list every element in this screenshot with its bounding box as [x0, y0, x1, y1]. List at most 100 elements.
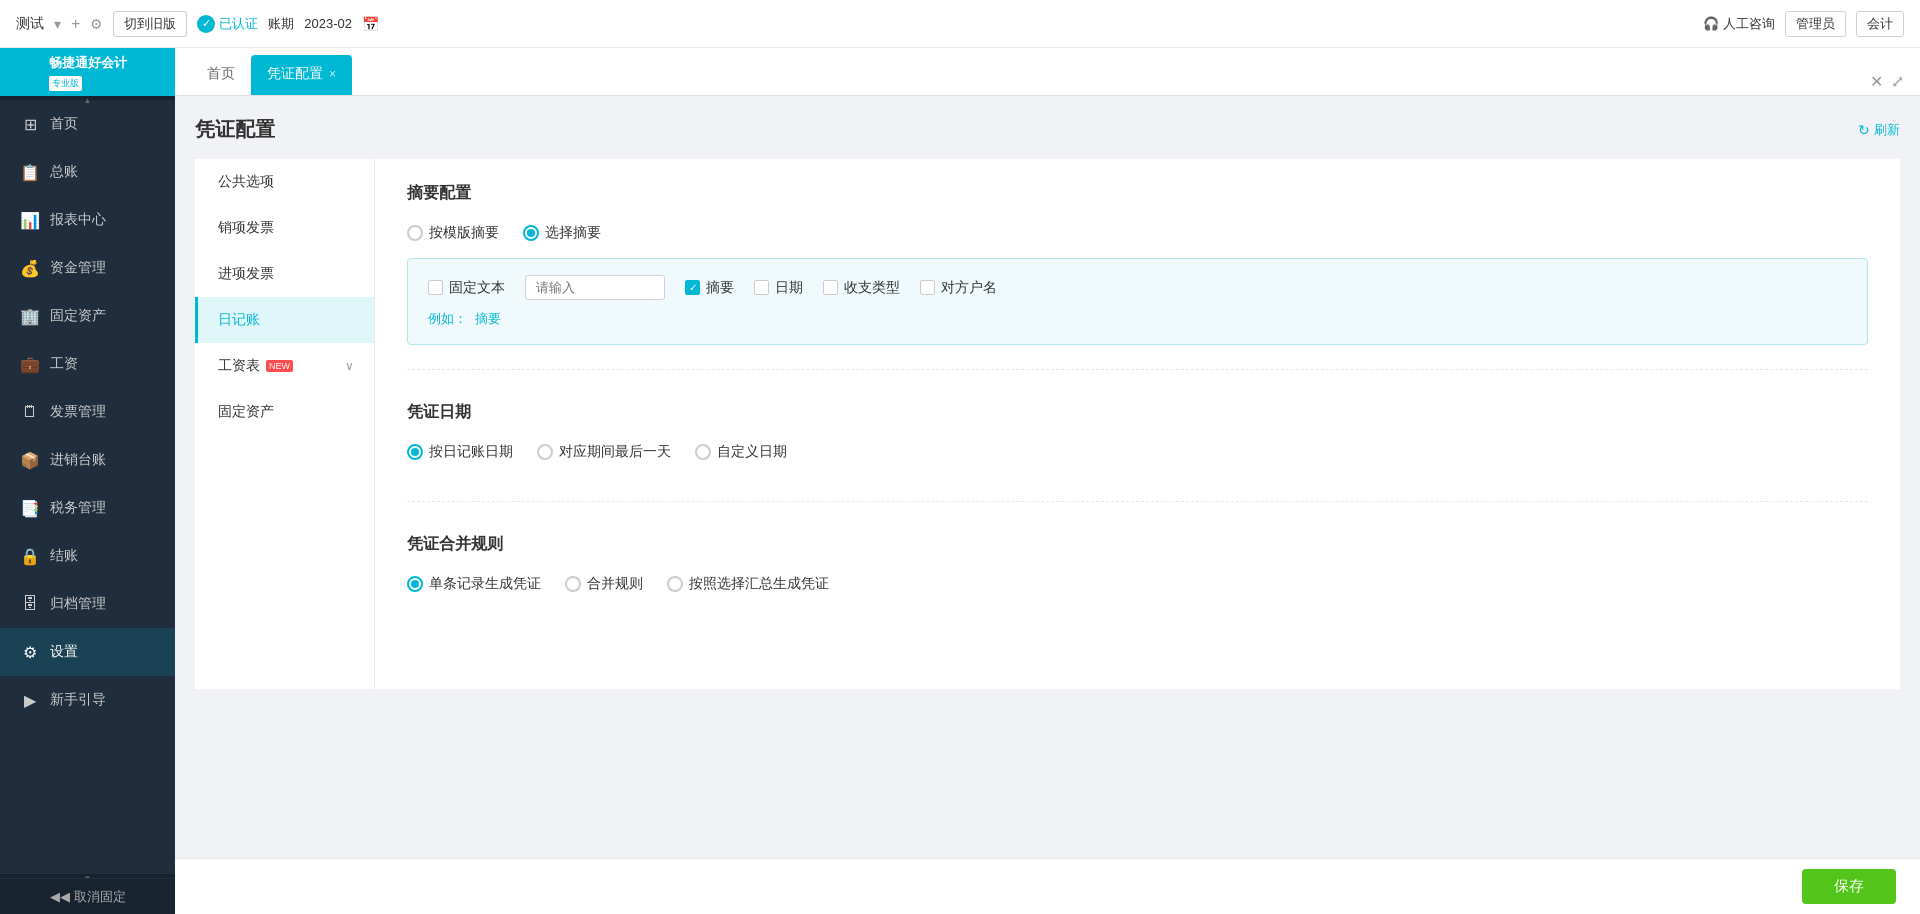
config-sidebar: 公共选项 销项发票 进项发票 日记账 工资表 NEW — [195, 159, 375, 689]
sidebar-item-archive[interactable]: 🗄 归档管理 — [0, 580, 175, 628]
summary-checkbox-row: 固定文本 摘要 日期 — [428, 275, 1847, 300]
config-label-payroll-table: 工资表 — [218, 357, 260, 375]
date-section: 凭证日期 按日记账日期 对应期间最后一天 — [407, 402, 1868, 502]
date-radio-group: 按日记账日期 对应期间最后一天 自定义日期 — [407, 443, 1868, 461]
home-icon: ⊞ — [20, 114, 40, 134]
page-content: 凭证配置 ↻ 刷新 公共选项 销项发票 — [175, 96, 1920, 914]
single-label: 单条记录生成凭证 — [429, 575, 541, 593]
config-layout: 公共选项 销项发票 进项发票 日记账 工资表 NEW — [195, 159, 1900, 689]
config-label-fixed-assets: 固定资产 — [218, 403, 274, 419]
custom-date-label: 自定义日期 — [717, 443, 787, 461]
old-version-button[interactable]: 切到旧版 — [113, 11, 187, 37]
config-label-purchase-invoice: 进项发票 — [218, 265, 274, 281]
refresh-button[interactable]: ↻ 刷新 — [1858, 121, 1900, 139]
sidebar-pin-button[interactable]: ◀◀ 取消固定 — [0, 878, 175, 914]
config-item-payroll-table[interactable]: 工资表 NEW ∨ — [195, 343, 374, 389]
fixed-text-box — [428, 280, 443, 295]
config-item-purchase-invoice[interactable]: 进项发票 — [195, 251, 374, 297]
tab-active-label: 凭证配置 — [267, 65, 323, 83]
summary-section: 摘要配置 按模版摘要 选择摘要 — [407, 183, 1868, 370]
sidebar-scroll: ⊞ 首页 📋 总账 📊 报表中心 💰 资金管理 🏢 固定资产 💼 工资 — [0, 100, 175, 874]
guide-icon: ▶ — [20, 690, 40, 710]
consult-button[interactable]: 🎧 人工咨询 — [1703, 15, 1775, 33]
sidebar-item-invoice[interactable]: 🗒 发票管理 — [0, 388, 175, 436]
save-button[interactable]: 保存 — [1802, 869, 1896, 904]
period-value: 2023-02 — [304, 16, 352, 31]
add-button[interactable]: + — [71, 15, 80, 33]
sidebar-item-ledger[interactable]: 📋 总账 — [0, 148, 175, 196]
sidebar-label-archive: 归档管理 — [50, 595, 106, 613]
sidebar-item-guide[interactable]: ▶ 新手引导 — [0, 676, 175, 724]
example-label: 例如： — [428, 311, 467, 326]
accountant-button[interactable]: 会计 — [1856, 11, 1904, 37]
config-label-public: 公共选项 — [218, 173, 274, 189]
sidebar-item-funds[interactable]: 💰 资金管理 — [0, 244, 175, 292]
merge-title: 凭证合并规则 — [407, 534, 1868, 555]
fixed-text-label: 固定文本 — [449, 279, 505, 297]
sidebar-item-assets[interactable]: 🏢 固定资产 — [0, 292, 175, 340]
custom-date-radio[interactable]: 自定义日期 — [695, 443, 787, 461]
counterpart-checkbox[interactable]: 对方户名 — [920, 279, 997, 297]
counterpart-label: 对方户名 — [941, 279, 997, 297]
sidebar: 畅捷通好会计 专业版 ▲ ⊞ 首页 📋 总账 📊 报表中心 — [0, 48, 175, 914]
sidebar-item-payroll[interactable]: 💼 工资 — [0, 340, 175, 388]
period-label: 账期 — [268, 15, 294, 33]
sidebar-label-funds: 资金管理 — [50, 259, 106, 277]
select-summary-radio[interactable]: 选择摘要 — [523, 224, 601, 242]
income-type-box — [823, 280, 838, 295]
new-badge: NEW — [266, 360, 293, 372]
summary-label: 摘要 — [706, 279, 734, 297]
content-area: 首页 凭证配置 × ✕ ⤢ 凭证配置 ↻ 刷新 — [175, 48, 1920, 914]
last-day-circle — [537, 444, 553, 460]
calendar-icon[interactable]: 📅 — [362, 16, 379, 32]
tab-bar: 首页 凭证配置 × ✕ ⤢ — [175, 48, 1920, 96]
sidebar-item-home[interactable]: ⊞ 首页 — [0, 100, 175, 148]
config-item-sales-invoice[interactable]: 销项发票 — [195, 205, 374, 251]
close-window-icon[interactable]: ✕ — [1870, 72, 1883, 91]
admin-button[interactable]: 管理员 — [1785, 11, 1846, 37]
funds-icon: 💰 — [20, 258, 40, 278]
summary-checkbox-area: 固定文本 摘要 日期 — [407, 258, 1868, 345]
merge-rule-radio[interactable]: 合并规则 — [565, 575, 643, 593]
last-day-radio[interactable]: 对应期间最后一天 — [537, 443, 671, 461]
sidebar-label-tax: 税务管理 — [50, 499, 106, 517]
template-summary-radio[interactable]: 按模版摘要 — [407, 224, 499, 242]
workspace-title: 测试 — [16, 15, 44, 33]
sidebar-label-guide: 新手引导 — [50, 691, 106, 709]
sidebar-item-settings[interactable]: ⚙ 设置 — [0, 628, 175, 676]
expand-icon[interactable]: ⤢ — [1891, 72, 1904, 91]
main-layout: 畅捷通好会计 专业版 ▲ ⊞ 首页 📋 总账 📊 报表中心 — [0, 48, 1920, 914]
tab-voucher-config[interactable]: 凭证配置 × — [251, 55, 352, 95]
select-summary-circle — [523, 225, 539, 241]
by-journal-radio[interactable]: 按日记账日期 — [407, 443, 513, 461]
config-item-fixed-assets[interactable]: 固定资产 — [195, 389, 374, 435]
sidebar-item-tax[interactable]: 📑 税务管理 — [0, 484, 175, 532]
workspace-arrow[interactable]: ▾ — [54, 16, 61, 32]
certified-label: 已认证 — [219, 15, 258, 33]
income-type-checkbox[interactable]: 收支类型 — [823, 279, 900, 297]
settings-nav-icon: ⚙ — [20, 642, 40, 662]
fixed-text-checkbox[interactable]: 固定文本 — [428, 279, 505, 297]
config-label-journal: 日记账 — [218, 311, 260, 327]
config-item-public[interactable]: 公共选项 — [195, 159, 374, 205]
logo-badge: 专业版 — [49, 76, 82, 91]
config-item-journal[interactable]: 日记账 — [195, 297, 374, 343]
sidebar-item-report[interactable]: 📊 报表中心 — [0, 196, 175, 244]
page-inner: 凭证配置 ↻ 刷新 公共选项 销项发票 — [175, 96, 1920, 858]
summary-merge-circle — [667, 576, 683, 592]
tab-close-icon[interactable]: × — [329, 67, 336, 81]
save-bar: 保存 — [175, 858, 1920, 914]
consult-icon: 🎧 — [1703, 16, 1719, 31]
single-radio[interactable]: 单条记录生成凭证 — [407, 575, 541, 593]
report-icon: 📊 — [20, 210, 40, 230]
summary-merge-radio[interactable]: 按照选择汇总生成凭证 — [667, 575, 829, 593]
fixed-text-input[interactable] — [525, 275, 665, 300]
summary-checkbox[interactable]: 摘要 — [685, 279, 734, 297]
summary-title: 摘要配置 — [407, 183, 1868, 204]
sidebar-item-closing[interactable]: 🔒 结账 — [0, 532, 175, 580]
date-checkbox[interactable]: 日期 — [754, 279, 803, 297]
page-title: 凭证配置 — [195, 116, 275, 143]
settings-icon[interactable]: ⚙ — [90, 16, 103, 32]
tab-home[interactable]: 首页 — [191, 55, 251, 95]
sidebar-item-sales[interactable]: 📦 进销台账 — [0, 436, 175, 484]
